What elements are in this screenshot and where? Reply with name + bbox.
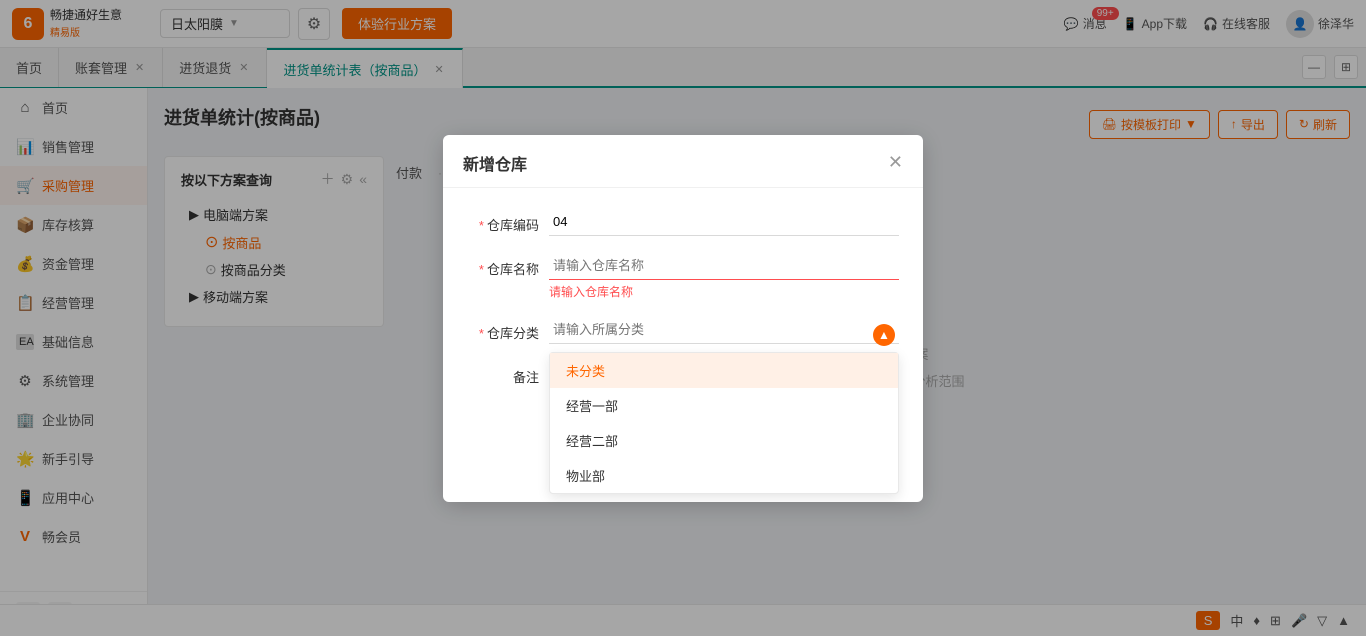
- dialog-title: 新增仓库: [463, 151, 527, 175]
- name-field: 请输入仓库名称: [549, 252, 899, 300]
- name-label: 仓库名称: [467, 252, 539, 278]
- dialog-new-warehouse: 新增仓库 ✕ 仓库编码 仓库名称 请输入仓库名称 仓库分类: [443, 135, 923, 502]
- dialog-body: 仓库编码 仓库名称 请输入仓库名称 仓库分类 ▲: [443, 188, 923, 438]
- dialog-close-button[interactable]: ✕: [888, 152, 903, 173]
- name-error-tip: 请输入仓库名称: [549, 283, 899, 300]
- code-field: [549, 208, 899, 236]
- category-dropdown: 未分类 经营一部 经营二部 物业部: [549, 352, 899, 494]
- category-label: 仓库分类: [467, 316, 539, 342]
- dropdown-item-uncategorized[interactable]: 未分类: [550, 353, 898, 388]
- field-name-row: 仓库名称 请输入仓库名称: [467, 252, 899, 300]
- code-input[interactable]: [549, 208, 899, 236]
- category-arrow-icon[interactable]: ▲: [873, 324, 895, 346]
- dropdown-item-property[interactable]: 物业部: [550, 458, 898, 493]
- dropdown-item-dept2[interactable]: 经营二部: [550, 423, 898, 458]
- dropdown-item-dept1[interactable]: 经营一部: [550, 388, 898, 423]
- field-code-row: 仓库编码: [467, 208, 899, 236]
- field-category-row: 仓库分类 ▲ 未分类 经营一部 经营二部 物业部: [467, 316, 899, 344]
- category-input[interactable]: [549, 316, 899, 344]
- modal-overlay: 新增仓库 ✕ 仓库编码 仓库名称 请输入仓库名称 仓库分类: [0, 0, 1366, 636]
- category-select-wrap: ▲ 未分类 经营一部 经营二部 物业部: [549, 316, 899, 344]
- note-label: 备注: [467, 360, 539, 386]
- name-input[interactable]: [549, 252, 899, 280]
- dialog-header: 新增仓库 ✕: [443, 135, 923, 188]
- code-label: 仓库编码: [467, 208, 539, 234]
